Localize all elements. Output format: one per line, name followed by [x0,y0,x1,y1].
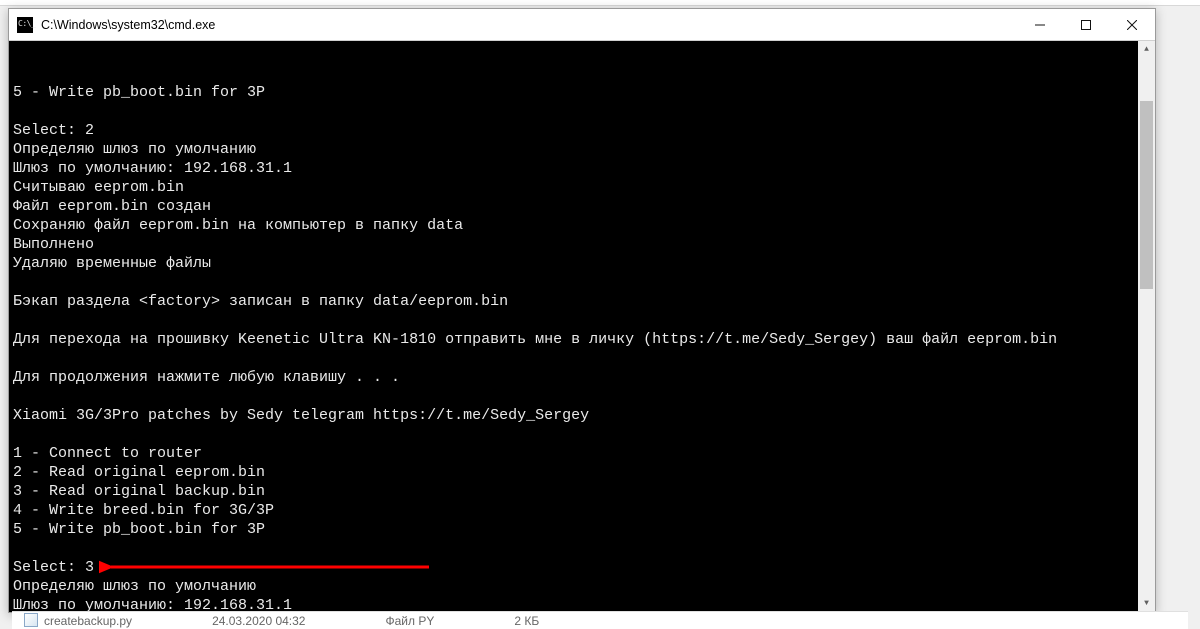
file-size: 2 КБ [514,614,539,628]
maximize-button[interactable] [1063,9,1109,40]
window-title: C:\Windows\system32\cmd.exe [41,18,1017,32]
cmd-icon [17,17,33,33]
cmd-window: C:\Windows\system32\cmd.exe 5 - Write pb… [8,8,1156,613]
file-item[interactable]: createbackup.py [24,613,132,628]
minimize-button[interactable] [1017,9,1063,40]
explorer-row-fragment: createbackup.py 24.03.2020 04:32 Файл PY… [12,611,1188,629]
file-date: 24.03.2020 04:32 [212,614,305,628]
scroll-track[interactable] [1138,58,1155,595]
window-controls [1017,9,1155,40]
titlebar[interactable]: C:\Windows\system32\cmd.exe [9,9,1155,41]
file-type: Файл PY [385,614,434,628]
console-output[interactable]: 5 - Write pb_boot.bin for 3P Select: 2 О… [9,41,1155,612]
scroll-thumb[interactable] [1140,101,1153,289]
background-explorer-strip [0,0,1200,6]
scrollbar[interactable]: ▲ ▼ [1138,41,1155,612]
close-button[interactable] [1109,9,1155,40]
scroll-down-button[interactable]: ▼ [1138,595,1155,612]
python-file-icon [24,613,38,627]
console-text: 5 - Write pb_boot.bin for 3P Select: 2 О… [13,83,1149,612]
file-name: createbackup.py [44,614,132,628]
scroll-up-button[interactable]: ▲ [1138,41,1155,58]
